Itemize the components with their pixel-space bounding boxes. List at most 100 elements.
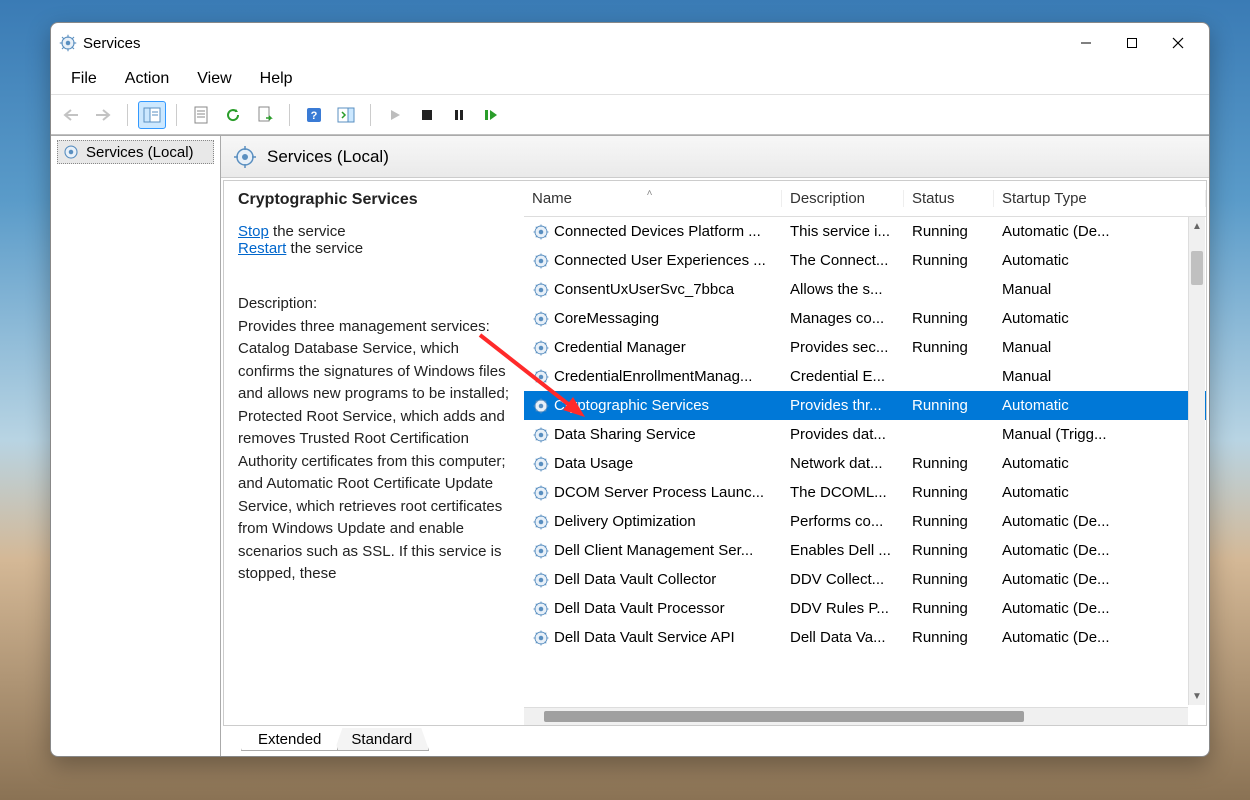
service-row[interactable]: Dell Client Management Ser...Enables Del… xyxy=(524,536,1206,565)
cell-description: Provides thr... xyxy=(782,397,904,414)
gear-icon xyxy=(532,281,550,299)
cell-startup: Automatic xyxy=(994,484,1206,501)
service-row[interactable]: Dell Data Vault Service APIDell Data Va.… xyxy=(524,623,1206,652)
cell-name: ConsentUxUserSvc_7bbca xyxy=(524,281,782,299)
gear-icon xyxy=(532,542,550,560)
services-icon xyxy=(59,34,77,52)
menu-view[interactable]: View xyxy=(183,66,245,92)
service-row[interactable]: CredentialEnrollmentManag...Credential E… xyxy=(524,362,1206,391)
service-row[interactable]: Dell Data Vault ProcessorDDV Rules P...R… xyxy=(524,594,1206,623)
cell-name: Dell Client Management Ser... xyxy=(524,542,782,560)
separator xyxy=(289,104,290,126)
cell-status: Running xyxy=(904,513,994,530)
column-name[interactable]: Name xyxy=(524,190,782,207)
separator xyxy=(370,104,371,126)
horizontal-scrollbar[interactable] xyxy=(524,707,1188,725)
column-description[interactable]: Description xyxy=(782,190,904,207)
tab-standard[interactable]: Standard xyxy=(334,728,429,751)
cell-description: Enables Dell ... xyxy=(782,542,904,559)
cell-startup: Manual (Trigg... xyxy=(994,426,1206,443)
cell-description: Provides dat... xyxy=(782,426,904,443)
separator xyxy=(127,104,128,126)
close-button[interactable] xyxy=(1155,27,1201,59)
gear-icon xyxy=(532,484,550,502)
refresh-button[interactable] xyxy=(219,101,247,129)
main-header: Services (Local) xyxy=(221,136,1209,178)
help-button[interactable]: ? xyxy=(300,101,328,129)
cell-startup: Manual xyxy=(994,281,1206,298)
gear-icon xyxy=(532,629,550,647)
column-startup-type[interactable]: Startup Type xyxy=(994,190,1206,207)
cell-startup: Automatic (De... xyxy=(994,629,1206,646)
svg-text:?: ? xyxy=(311,110,318,122)
cell-status: Running xyxy=(904,571,994,588)
cell-description: Manages co... xyxy=(782,310,904,327)
cell-startup: Automatic xyxy=(994,455,1206,472)
restart-service-link[interactable]: Restart xyxy=(238,240,286,257)
cell-status: Running xyxy=(904,455,994,472)
cell-name: Dell Data Vault Processor xyxy=(524,600,782,618)
cell-startup: Automatic (De... xyxy=(994,600,1206,617)
cell-description: Provides sec... xyxy=(782,339,904,356)
service-row[interactable]: Data Sharing ServiceProvides dat... Manua… xyxy=(524,420,1206,449)
show-hide-action-pane-button[interactable] xyxy=(332,101,360,129)
start-service-button xyxy=(381,101,409,129)
cell-description: DDV Collect... xyxy=(782,571,904,588)
cell-description: Performs co... xyxy=(782,513,904,530)
cell-name: Connected Devices Platform ... xyxy=(524,223,782,241)
cell-status: Running xyxy=(904,397,994,414)
service-row[interactable]: Data UsageNetwork dat...RunningAutomatic xyxy=(524,449,1206,478)
scroll-up-arrow[interactable]: ▲ xyxy=(1189,217,1205,235)
hscroll-thumb[interactable] xyxy=(544,711,1024,722)
tree-root-services-local[interactable]: Services (Local) xyxy=(57,140,214,164)
restart-service-button[interactable] xyxy=(477,101,505,129)
cell-name: Data Sharing Service xyxy=(524,426,782,444)
service-row[interactable]: Connected Devices Platform ...This servi… xyxy=(524,217,1206,246)
cell-startup: Manual xyxy=(994,368,1206,385)
cell-status: Running xyxy=(904,310,994,327)
gear-icon xyxy=(532,571,550,589)
tab-extended[interactable]: Extended xyxy=(241,728,338,751)
cell-name: CoreMessaging xyxy=(524,310,782,328)
scroll-thumb[interactable] xyxy=(1191,251,1203,285)
services-window: Services File Action View Help ? xyxy=(50,22,1210,757)
service-row[interactable]: Credential ManagerProvides sec...Running… xyxy=(524,333,1206,362)
gear-icon xyxy=(233,145,257,169)
service-row[interactable]: Connected User Experiences ...The Connec… xyxy=(524,246,1206,275)
menu-help[interactable]: Help xyxy=(246,66,307,92)
scroll-down-arrow[interactable]: ▼ xyxy=(1189,687,1205,705)
cell-name: Dell Data Vault Service API xyxy=(524,629,782,647)
gear-icon xyxy=(532,600,550,618)
service-row[interactable]: ConsentUxUserSvc_7bbcaAllows the s...Man… xyxy=(524,275,1206,304)
column-status[interactable]: Status xyxy=(904,190,994,207)
pause-service-button[interactable] xyxy=(445,101,473,129)
show-hide-tree-button[interactable] xyxy=(138,101,166,129)
menu-file[interactable]: File xyxy=(57,66,111,92)
titlebar[interactable]: Services xyxy=(51,23,1209,63)
gear-icon xyxy=(532,397,550,415)
cell-status: Running xyxy=(904,252,994,269)
stop-service-link[interactable]: Stop xyxy=(238,223,269,240)
service-row[interactable]: Cryptographic ServicesProvides thr...Run… xyxy=(524,391,1206,420)
stop-service-button[interactable] xyxy=(413,101,441,129)
service-row[interactable]: Dell Data Vault CollectorDDV Collect...R… xyxy=(524,565,1206,594)
vertical-scrollbar[interactable]: ▲ ▼ xyxy=(1188,217,1205,705)
minimize-button[interactable] xyxy=(1063,27,1109,59)
menu-action[interactable]: Action xyxy=(111,66,183,92)
cell-description: DDV Rules P... xyxy=(782,600,904,617)
description-text: Provides three management services: Cata… xyxy=(238,316,510,586)
content-area: Services (Local) Services (Local) Crypto… xyxy=(51,135,1209,756)
service-row[interactable]: DCOM Server Process Launc...The DCOML...… xyxy=(524,478,1206,507)
export-list-button[interactable] xyxy=(251,101,279,129)
cell-startup: Manual xyxy=(994,339,1206,356)
cell-name: Connected User Experiences ... xyxy=(524,252,782,270)
service-row[interactable]: CoreMessagingManages co...RunningAutomat… xyxy=(524,304,1206,333)
properties-button[interactable] xyxy=(187,101,215,129)
cell-name: DCOM Server Process Launc... xyxy=(524,484,782,502)
service-list: Name Description Status Startup Type Con… xyxy=(524,181,1206,725)
maximize-button[interactable] xyxy=(1109,27,1155,59)
service-row[interactable]: Delivery OptimizationPerforms co...Runni… xyxy=(524,507,1206,536)
main-panel: Services (Local) Cryptographic Services … xyxy=(221,136,1209,756)
cell-status: Running xyxy=(904,629,994,646)
tree-panel: Services (Local) xyxy=(51,136,221,756)
